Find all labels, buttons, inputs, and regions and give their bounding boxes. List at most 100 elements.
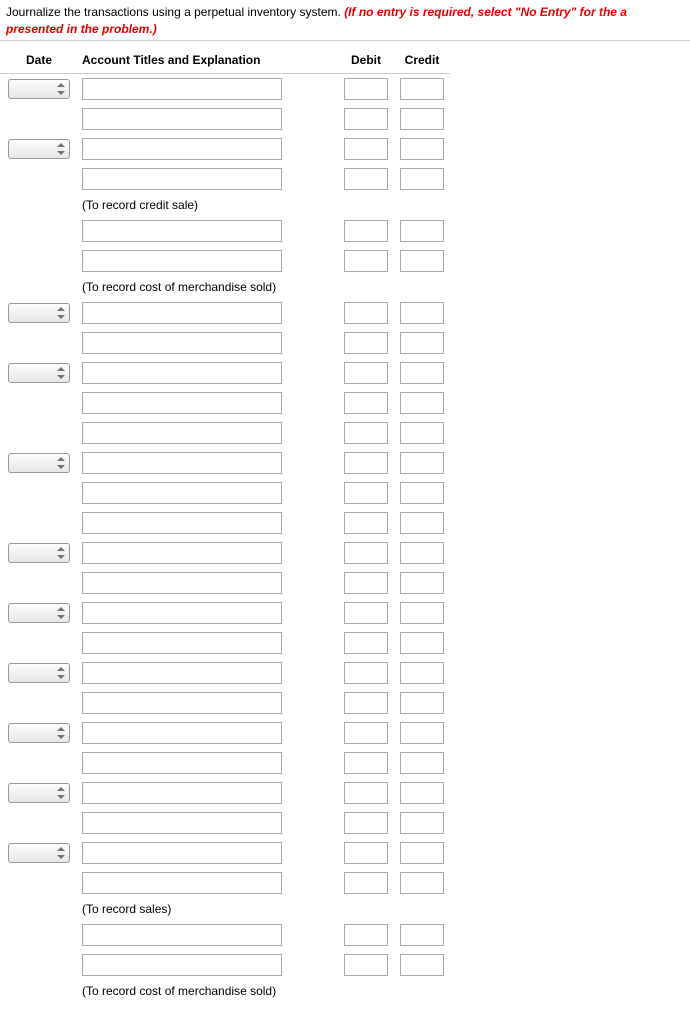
account-input[interactable] <box>82 572 282 594</box>
credit-input[interactable] <box>400 138 444 160</box>
account-input[interactable] <box>82 512 282 534</box>
account-input[interactable] <box>82 782 282 804</box>
credit-input[interactable] <box>400 302 444 324</box>
debit-input[interactable] <box>344 542 388 564</box>
table-row <box>0 134 450 164</box>
date-dropdown[interactable] <box>8 663 70 683</box>
debit-input[interactable] <box>344 662 388 684</box>
account-input[interactable] <box>82 632 282 654</box>
account-input[interactable] <box>82 332 282 354</box>
credit-input[interactable] <box>400 220 444 242</box>
credit-input[interactable] <box>400 250 444 272</box>
credit-input[interactable] <box>400 542 444 564</box>
debit-input[interactable] <box>344 872 388 894</box>
account-input[interactable] <box>82 872 282 894</box>
date-dropdown[interactable] <box>8 453 70 473</box>
credit-input[interactable] <box>400 872 444 894</box>
debit-input[interactable] <box>344 954 388 976</box>
credit-input[interactable] <box>400 632 444 654</box>
debit-input[interactable] <box>344 422 388 444</box>
debit-input[interactable] <box>344 812 388 834</box>
debit-input[interactable] <box>344 572 388 594</box>
debit-input[interactable] <box>344 842 388 864</box>
debit-input[interactable] <box>344 482 388 504</box>
debit-input[interactable] <box>344 250 388 272</box>
date-dropdown[interactable] <box>8 843 70 863</box>
debit-input[interactable] <box>344 138 388 160</box>
credit-input[interactable] <box>400 692 444 714</box>
debit-input[interactable] <box>344 602 388 624</box>
credit-input[interactable] <box>400 452 444 474</box>
date-dropdown[interactable] <box>8 543 70 563</box>
debit-input[interactable] <box>344 692 388 714</box>
table-row <box>0 748 450 778</box>
credit-input[interactable] <box>400 168 444 190</box>
account-input[interactable] <box>82 924 282 946</box>
credit-input[interactable] <box>400 602 444 624</box>
account-input[interactable] <box>82 842 282 864</box>
credit-input[interactable] <box>400 782 444 804</box>
credit-input[interactable] <box>400 482 444 504</box>
debit-input[interactable] <box>344 168 388 190</box>
instructions-black: Journalize the transactions using a perp… <box>6 5 344 19</box>
debit-input[interactable] <box>344 220 388 242</box>
account-input[interactable] <box>82 692 282 714</box>
account-input[interactable] <box>82 752 282 774</box>
account-input[interactable] <box>82 542 282 564</box>
date-dropdown[interactable] <box>8 303 70 323</box>
account-input[interactable] <box>82 168 282 190</box>
credit-input[interactable] <box>400 842 444 864</box>
account-input[interactable] <box>82 662 282 684</box>
debit-input[interactable] <box>344 782 388 804</box>
account-input[interactable] <box>82 722 282 744</box>
account-input[interactable] <box>82 78 282 100</box>
account-input[interactable] <box>82 392 282 414</box>
credit-input[interactable] <box>400 954 444 976</box>
account-input[interactable] <box>82 602 282 624</box>
credit-input[interactable] <box>400 362 444 384</box>
debit-input[interactable] <box>344 632 388 654</box>
date-dropdown[interactable] <box>8 139 70 159</box>
journal-table: Date Account Titles and Explanation Debi… <box>0 47 450 1002</box>
debit-input[interactable] <box>344 512 388 534</box>
debit-input[interactable] <box>344 108 388 130</box>
account-input[interactable] <box>82 482 282 504</box>
account-input[interactable] <box>82 302 282 324</box>
debit-input[interactable] <box>344 362 388 384</box>
account-input[interactable] <box>82 250 282 272</box>
account-input[interactable] <box>82 220 282 242</box>
debit-input[interactable] <box>344 392 388 414</box>
date-dropdown[interactable] <box>8 79 70 99</box>
account-input[interactable] <box>82 812 282 834</box>
credit-input[interactable] <box>400 662 444 684</box>
credit-input[interactable] <box>400 422 444 444</box>
table-row <box>0 74 450 104</box>
debit-input[interactable] <box>344 78 388 100</box>
account-input[interactable] <box>82 954 282 976</box>
credit-input[interactable] <box>400 332 444 354</box>
debit-input[interactable] <box>344 332 388 354</box>
account-input[interactable] <box>82 452 282 474</box>
date-dropdown[interactable] <box>8 363 70 383</box>
credit-input[interactable] <box>400 108 444 130</box>
account-input[interactable] <box>82 362 282 384</box>
date-dropdown[interactable] <box>8 783 70 803</box>
account-input[interactable] <box>82 138 282 160</box>
debit-input[interactable] <box>344 722 388 744</box>
credit-input[interactable] <box>400 78 444 100</box>
credit-input[interactable] <box>400 924 444 946</box>
date-dropdown[interactable] <box>8 603 70 623</box>
credit-input[interactable] <box>400 512 444 534</box>
credit-input[interactable] <box>400 752 444 774</box>
debit-input[interactable] <box>344 452 388 474</box>
debit-input[interactable] <box>344 752 388 774</box>
credit-input[interactable] <box>400 722 444 744</box>
debit-input[interactable] <box>344 302 388 324</box>
credit-input[interactable] <box>400 812 444 834</box>
account-input[interactable] <box>82 108 282 130</box>
credit-input[interactable] <box>400 392 444 414</box>
date-dropdown[interactable] <box>8 723 70 743</box>
credit-input[interactable] <box>400 572 444 594</box>
debit-input[interactable] <box>344 924 388 946</box>
account-input[interactable] <box>82 422 282 444</box>
